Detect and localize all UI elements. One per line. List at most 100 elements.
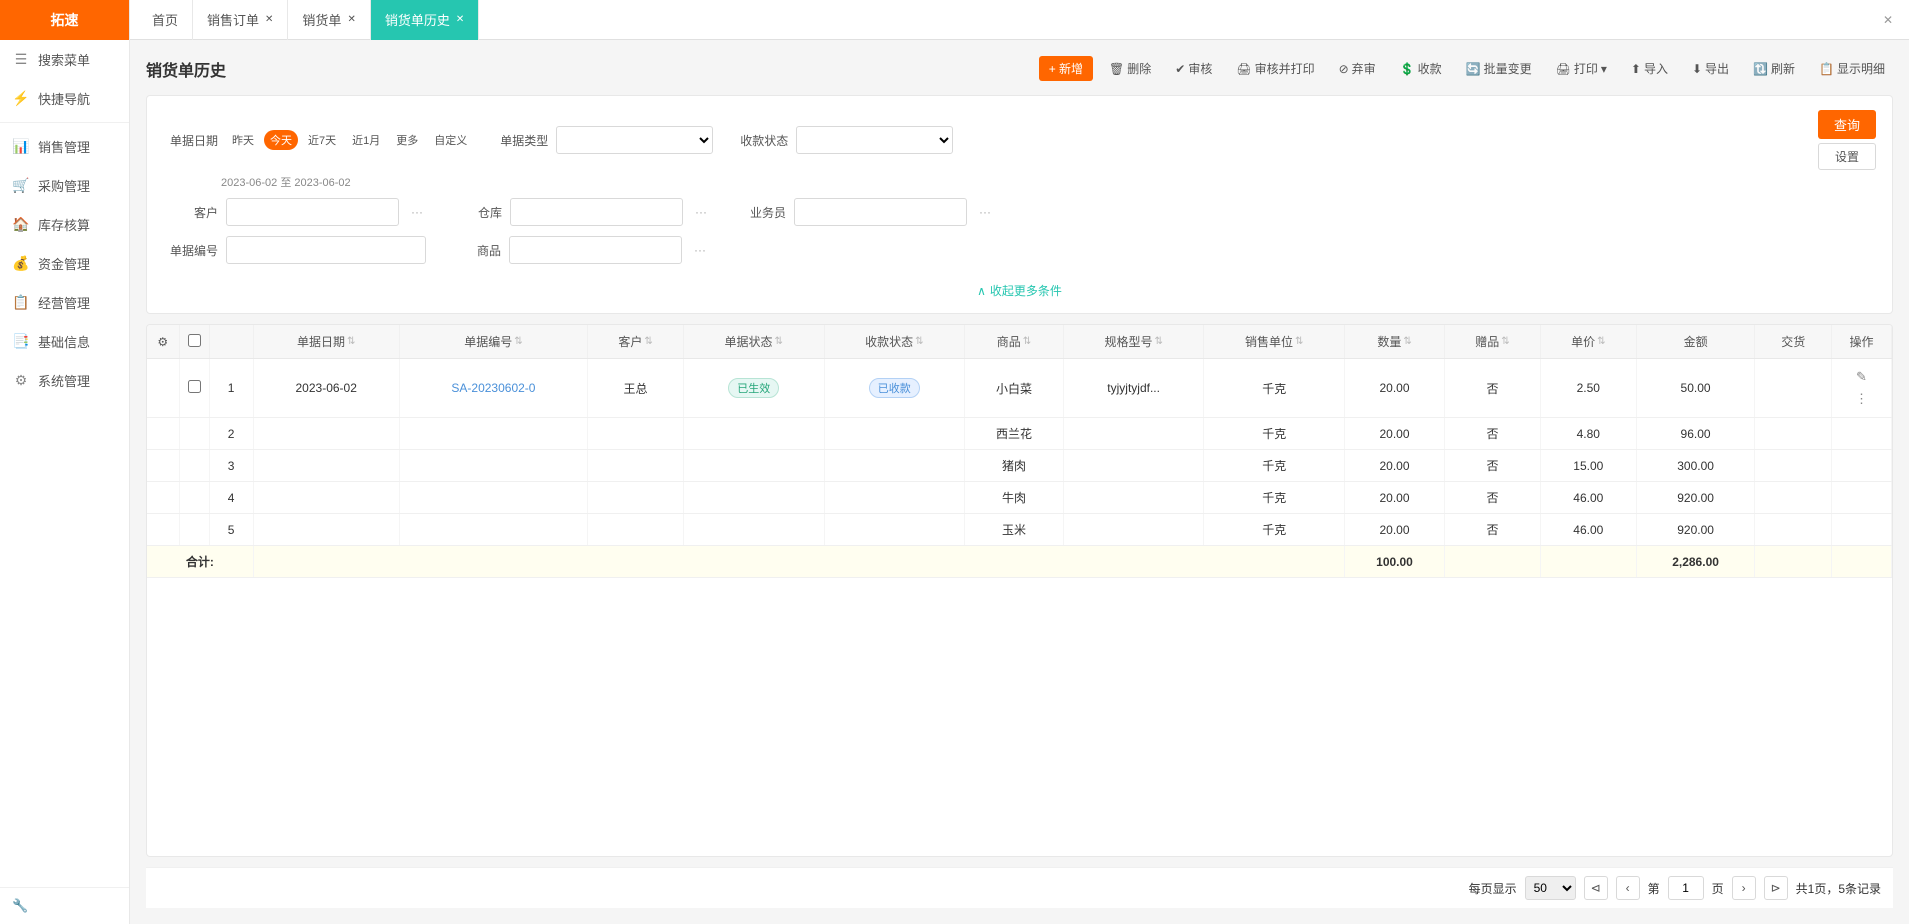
filter-staff-dots[interactable]: ···: [975, 205, 995, 219]
page-last-button[interactable]: ⊳: [1764, 876, 1788, 900]
cell-gift: 否: [1445, 514, 1541, 546]
sales-mgmt-icon: 📊: [12, 138, 30, 156]
setting-button[interactable]: 设置: [1818, 143, 1876, 170]
filter-warehouse-item: 仓库 ···: [447, 198, 711, 226]
refresh-button[interactable]: 🔃 刷新: [1745, 56, 1803, 81]
page-first-button[interactable]: ⊲: [1584, 876, 1608, 900]
table-header-row: ⚙ 单据日期⇅ 单据编号⇅ 客户⇅ 单据状态⇅ 收款状态⇅ 商品⇅ 规格型号⇅ …: [147, 325, 1892, 359]
date-tag-today[interactable]: 今天: [264, 130, 298, 150]
date-tag-1month[interactable]: 近1月: [346, 130, 386, 150]
import-button[interactable]: ⬆ 导入: [1623, 56, 1676, 81]
batch-change-button[interactable]: 🔄 批量变更: [1458, 56, 1540, 81]
filter-goods-dots[interactable]: ···: [690, 243, 710, 257]
tab-sales-history[interactable]: 销货单历史 ✕: [371, 0, 479, 40]
page-next-button[interactable]: ›: [1732, 876, 1756, 900]
cell-unit: 千克: [1204, 514, 1345, 546]
filter-customer-dots[interactable]: ···: [407, 205, 427, 219]
sidebar-item-search-menu[interactable]: ☰ 搜索菜单: [0, 40, 129, 79]
th-payment-status[interactable]: 收款状态⇅: [824, 325, 965, 359]
cell-checkbox[interactable]: [179, 482, 209, 514]
cell-payment-status: [824, 418, 965, 450]
tab-sales-history-close[interactable]: ✕: [456, 14, 464, 25]
collect-button[interactable]: 💲 收款: [1392, 56, 1450, 81]
sidebar-item-finance-mgmt[interactable]: 💰 资金管理: [0, 244, 129, 283]
row-checkbox[interactable]: [188, 380, 201, 393]
th-unit[interactable]: 销售单位⇅: [1204, 325, 1345, 359]
show-detail-button[interactable]: 📋 显示明细: [1811, 56, 1893, 81]
date-tag-custom[interactable]: 自定义: [428, 130, 473, 150]
new-button[interactable]: + 新增: [1039, 56, 1093, 81]
tab-sales-order-label: 销售订单: [207, 10, 259, 29]
sidebar-item-purchase-mgmt[interactable]: 🛒 采购管理: [0, 166, 129, 205]
show-detail-icon: 📋: [1819, 62, 1834, 76]
date-range-text: 2023-06-02 至 2023-06-02: [221, 177, 351, 189]
approve-button[interactable]: ✔ 审核: [1167, 56, 1220, 81]
collapse-button[interactable]: ∧ 收起更多条件: [163, 274, 1876, 299]
filter-docno-input[interactable]: [226, 236, 426, 264]
sidebar-item-operation-mgmt[interactable]: 📋 经营管理: [0, 283, 129, 322]
th-gift[interactable]: 赠品⇅: [1445, 325, 1541, 359]
th-qty[interactable]: 数量⇅: [1344, 325, 1444, 359]
filter-staff-input[interactable]: [794, 198, 967, 226]
tab-home[interactable]: 首页: [138, 0, 193, 40]
basic-info-icon: 📑: [12, 333, 30, 351]
edit-icon[interactable]: ✎: [1851, 366, 1873, 388]
cell-action: ✎⋮: [1832, 359, 1892, 418]
filter-doctype-select[interactable]: [556, 126, 713, 154]
export-button[interactable]: ⬇ 导出: [1684, 56, 1737, 81]
page-title: 销货单历史: [146, 57, 226, 81]
page-prev-button[interactable]: ‹: [1616, 876, 1640, 900]
sidebar-item-system-mgmt[interactable]: ⚙ 系统管理: [0, 361, 129, 400]
th-doc-date[interactable]: 单据日期⇅: [253, 325, 399, 359]
date-tag-yesterday[interactable]: 昨天: [226, 130, 260, 150]
filter-customer-input[interactable]: [226, 198, 399, 226]
batch-change-icon: 🔄: [1466, 62, 1481, 76]
th-goods[interactable]: 商品⇅: [965, 325, 1064, 359]
filter-payment-select[interactable]: [796, 126, 953, 154]
abandon-button[interactable]: ⊘ 弃审: [1331, 56, 1384, 81]
th-gear[interactable]: ⚙: [147, 325, 179, 359]
th-doc-status[interactable]: 单据状态⇅: [683, 325, 824, 359]
cell-checkbox[interactable]: [179, 450, 209, 482]
query-button[interactable]: 查询: [1818, 110, 1876, 139]
tab-sales-order[interactable]: 销售订单 ✕: [193, 0, 288, 40]
filter-docno-item: 单据编号: [163, 236, 426, 264]
purchase-mgmt-icon: 🛒: [12, 177, 30, 195]
cell-checkbox[interactable]: [179, 514, 209, 546]
th-price[interactable]: 单价⇅: [1540, 325, 1636, 359]
th-spec[interactable]: 规格型号⇅: [1063, 325, 1204, 359]
sidebar-item-basic-info[interactable]: 📑 基础信息: [0, 322, 129, 361]
sidebar-bottom-item1[interactable]: 🔧: [0, 888, 129, 924]
filter-goods-input[interactable]: [509, 236, 682, 264]
per-page-select[interactable]: 50 100: [1525, 876, 1576, 900]
filter-warehouse-input[interactable]: [510, 198, 683, 226]
collapse-label: 收起更多条件: [990, 282, 1062, 299]
approve-print-button[interactable]: 🖨 审核并打印: [1228, 56, 1322, 81]
filter-warehouse-dots[interactable]: ···: [691, 205, 711, 219]
sidebar-item-quick-nav[interactable]: ⚡ 快捷导航: [0, 79, 129, 118]
th-checkbox[interactable]: [179, 325, 209, 359]
sidebar-item-inventory[interactable]: 🏠 库存核算: [0, 205, 129, 244]
cell-delivery: [1755, 418, 1832, 450]
cell-checkbox[interactable]: [179, 359, 209, 418]
more-icon[interactable]: ⋮: [1851, 388, 1873, 410]
tab-sales-delivery-close[interactable]: ✕: [347, 14, 355, 25]
doc-no-link[interactable]: SA-20230602-0: [451, 381, 535, 395]
cell-qty: 20.00: [1344, 418, 1444, 450]
delete-button[interactable]: 🗑 删除: [1101, 56, 1159, 81]
print-button[interactable]: 🖨 打印 ▾: [1548, 56, 1615, 81]
cell-checkbox[interactable]: [179, 418, 209, 450]
tab-sales-delivery[interactable]: 销货单 ✕: [288, 0, 370, 40]
date-tag-7days[interactable]: 近7天: [302, 130, 342, 150]
th-customer[interactable]: 客户⇅: [588, 325, 684, 359]
tab-sales-order-close[interactable]: ✕: [265, 14, 273, 25]
date-tag-more[interactable]: 更多: [390, 130, 424, 150]
sidebar-item-sales-mgmt[interactable]: 📊 销售管理: [0, 127, 129, 166]
cell-customer: [588, 450, 684, 482]
close-all-icon[interactable]: ✕: [1883, 13, 1893, 27]
select-all-checkbox[interactable]: [188, 334, 201, 347]
cell-seq: 2: [209, 418, 253, 450]
th-doc-no[interactable]: 单据编号⇅: [399, 325, 587, 359]
cell-delivery: [1755, 359, 1832, 418]
page-input[interactable]: [1668, 876, 1704, 900]
